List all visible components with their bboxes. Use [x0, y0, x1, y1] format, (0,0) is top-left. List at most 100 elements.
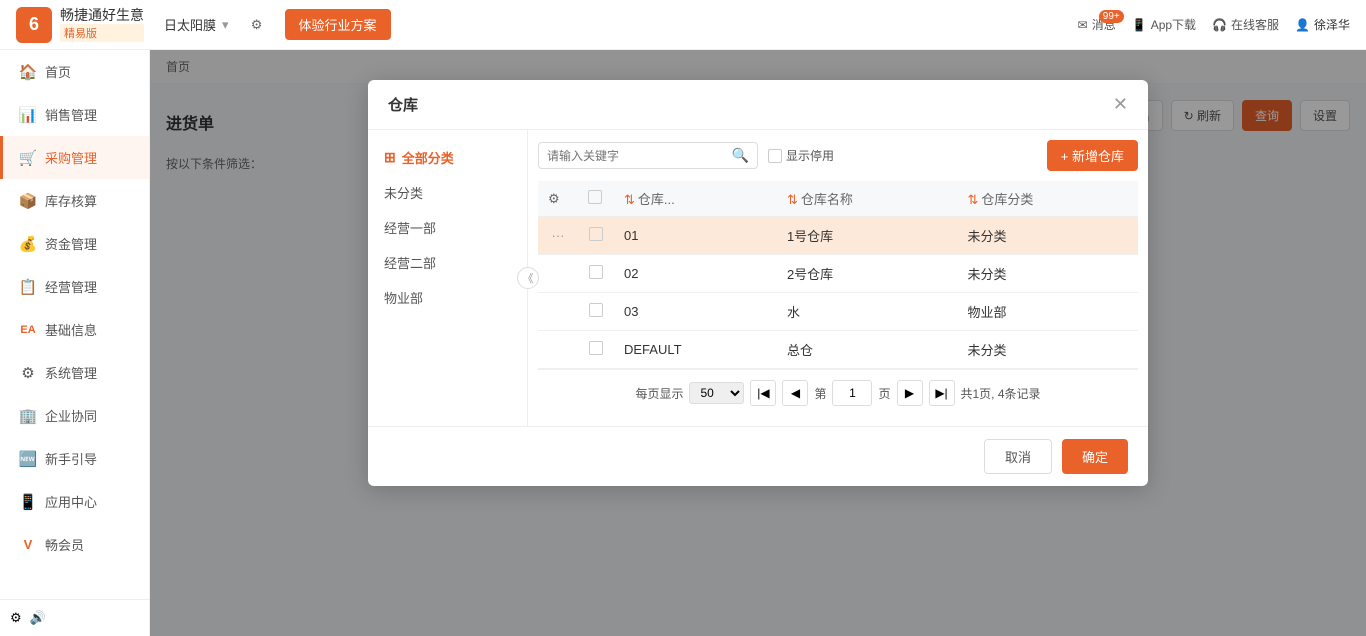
- row-actions: [538, 331, 578, 369]
- show-disabled-label[interactable]: 显示停用: [768, 147, 834, 164]
- sidebar-item-corp[interactable]: 🏢 企业协同: [0, 394, 149, 437]
- row-checkbox-cell: [578, 331, 614, 369]
- page-size-label: 每页显示: [635, 385, 683, 402]
- store-selector[interactable]: 日太阳膜 ▾: [164, 15, 229, 34]
- user-name: 徐泽华: [1314, 16, 1350, 33]
- table-row[interactable]: DEFAULT 总仓 未分类: [538, 331, 1138, 369]
- header-right: ✉ 消息 99+ 📱 App下载 🎧 在线客服 👤 徐泽华: [1078, 16, 1350, 33]
- table-row[interactable]: 03 水 物业部: [538, 293, 1138, 331]
- main-layout: 🏠 首页 📊 销售管理 🛒 采购管理 📦 库存核算 💰 资金管理 📋 经营管理 …: [0, 50, 1366, 636]
- row-checkbox[interactable]: [589, 265, 603, 279]
- sidebar-item-label: 企业协同: [45, 406, 97, 425]
- message-icon: ✉: [1078, 18, 1088, 32]
- row-actions: ···: [538, 217, 578, 255]
- sidebar-item-operations[interactable]: 📋 经营管理: [0, 265, 149, 308]
- row-checkbox[interactable]: [589, 227, 603, 241]
- sound-icon[interactable]: 🔊: [30, 610, 46, 626]
- basic-icon: EA: [19, 321, 37, 339]
- category-all-item[interactable]: ⊞ 全部分类: [368, 140, 527, 175]
- modal-body: ⊞ 全部分类 未分类 经营一部 经营二部 物业部 《: [368, 130, 1148, 426]
- category-item-unclassified[interactable]: 未分类: [368, 175, 527, 210]
- headset-icon: 🎧: [1212, 18, 1227, 32]
- table-row[interactable]: 02 2号仓库 未分类: [538, 255, 1138, 293]
- modal-toolbar: 🔍 显示停用 + 新增仓库: [538, 140, 1138, 171]
- page-size-select[interactable]: 50 20 100: [689, 382, 744, 404]
- main-content: 首页 进货单 🖨 印 ⬆ 导出 ↻ 刷新 查询 设置 按以下条件筛选： 仓: [150, 50, 1366, 636]
- sidebar-item-vip[interactable]: V 畅会员: [0, 523, 149, 566]
- prev-page-button[interactable]: ◀: [782, 380, 808, 406]
- modal-footer: 取消 确定: [368, 426, 1148, 486]
- category-item-property[interactable]: 物业部: [368, 280, 527, 315]
- online-service-button[interactable]: 🎧 在线客服: [1212, 16, 1279, 33]
- row-checkbox-cell: [578, 293, 614, 331]
- message-badge: 99+: [1099, 10, 1124, 23]
- confirm-button[interactable]: 确定: [1062, 439, 1128, 474]
- row-dots-menu[interactable]: ···: [552, 228, 565, 243]
- category-item-ops2[interactable]: 经营二部: [368, 245, 527, 280]
- message-button[interactable]: ✉ 消息 99+: [1078, 16, 1116, 33]
- modal-header: 仓库 ✕: [368, 80, 1148, 130]
- row-category: 未分类: [957, 217, 1138, 255]
- sidebar-item-label: 销售管理: [45, 105, 97, 124]
- settings-gear-button[interactable]: ⚙: [241, 9, 273, 41]
- brand-info: 畅捷通好生意 精易版: [60, 7, 144, 42]
- sort-icon-category: ⇅: [967, 192, 978, 207]
- user-profile-button[interactable]: 👤 徐泽华: [1295, 16, 1350, 33]
- row-name: 水: [777, 293, 958, 331]
- show-disabled-text: 显示停用: [786, 147, 834, 164]
- add-warehouse-button[interactable]: + 新增仓库: [1047, 140, 1138, 171]
- sidebar-item-guide[interactable]: 🆕 新手引导: [0, 437, 149, 480]
- mobile-icon: 📱: [19, 493, 37, 511]
- sort-icon-code: ⇅: [624, 192, 635, 207]
- sidebar-item-label: 资金管理: [45, 234, 97, 253]
- row-checkbox[interactable]: [589, 303, 603, 317]
- settings-bottom-icon[interactable]: ⚙: [10, 610, 22, 626]
- modal-overlay: 仓库 ✕ ⊞ 全部分类 未分类 经营一部 经营二部 物业部: [150, 50, 1366, 636]
- category-panel: ⊞ 全部分类 未分类 经营一部 经营二部 物业部 《: [368, 130, 528, 426]
- sidebar: 🏠 首页 📊 销售管理 🛒 采购管理 📦 库存核算 💰 资金管理 📋 经营管理 …: [0, 50, 150, 636]
- user-avatar: 👤: [1295, 18, 1310, 32]
- sidebar-item-sales[interactable]: 📊 销售管理: [0, 93, 149, 136]
- sidebar-item-inventory[interactable]: 📦 库存核算: [0, 179, 149, 222]
- sidebar-item-finance[interactable]: 💰 资金管理: [0, 222, 149, 265]
- logo-area: 6 畅捷通好生意 精易版: [16, 7, 144, 43]
- row-name: 总仓: [777, 331, 958, 369]
- warehouse-table: ⚙ ⇅仓库... ⇅仓库名称: [538, 181, 1138, 369]
- trial-button[interactable]: 体验行业方案: [285, 9, 391, 40]
- show-disabled-checkbox[interactable]: [768, 149, 782, 163]
- th-code: ⇅仓库...: [614, 181, 777, 217]
- row-checkbox[interactable]: [589, 341, 603, 355]
- building-icon: 🏢: [19, 407, 37, 425]
- row-category: 未分类: [957, 331, 1138, 369]
- last-page-button[interactable]: ▶|: [929, 380, 955, 406]
- search-box: 🔍: [538, 142, 758, 169]
- first-page-button[interactable]: |◀: [750, 380, 776, 406]
- sidebar-item-label: 新手引导: [45, 449, 97, 468]
- search-input[interactable]: [547, 149, 732, 163]
- row-actions: [538, 293, 578, 331]
- category-collapse-button[interactable]: 《: [517, 267, 539, 289]
- sidebar-item-basic[interactable]: EA 基础信息: [0, 308, 149, 351]
- brand-name: 畅捷通好生意: [60, 7, 144, 24]
- app-download-button[interactable]: 📱 App下载: [1132, 16, 1196, 33]
- sidebar-item-app-center[interactable]: 📱 应用中心: [0, 480, 149, 523]
- row-name: 1号仓库: [777, 217, 958, 255]
- cancel-button[interactable]: 取消: [984, 439, 1052, 474]
- search-icon[interactable]: 🔍: [732, 147, 749, 164]
- vip-icon: V: [19, 536, 37, 554]
- table-row[interactable]: ··· 01 1号仓库 未分类: [538, 217, 1138, 255]
- next-page-button[interactable]: ▶: [897, 380, 923, 406]
- sidebar-item-label: 系统管理: [45, 363, 97, 382]
- phone-icon: 📱: [1132, 18, 1147, 32]
- select-all-checkbox[interactable]: [588, 190, 602, 204]
- sidebar-item-home[interactable]: 🏠 首页: [0, 50, 149, 93]
- sidebar-item-system[interactable]: ⚙ 系统管理: [0, 351, 149, 394]
- category-item-ops1[interactable]: 经营一部: [368, 210, 527, 245]
- row-checkbox-cell: [578, 217, 614, 255]
- th-checkbox: [578, 181, 614, 217]
- modal-close-button[interactable]: ✕: [1113, 94, 1128, 115]
- current-page-input[interactable]: [832, 380, 872, 406]
- sidebar-item-purchase[interactable]: 🛒 采购管理: [0, 136, 149, 179]
- sidebar-item-label: 应用中心: [45, 492, 97, 511]
- warehouse-modal: 仓库 ✕ ⊞ 全部分类 未分类 经营一部 经营二部 物业部: [368, 80, 1148, 486]
